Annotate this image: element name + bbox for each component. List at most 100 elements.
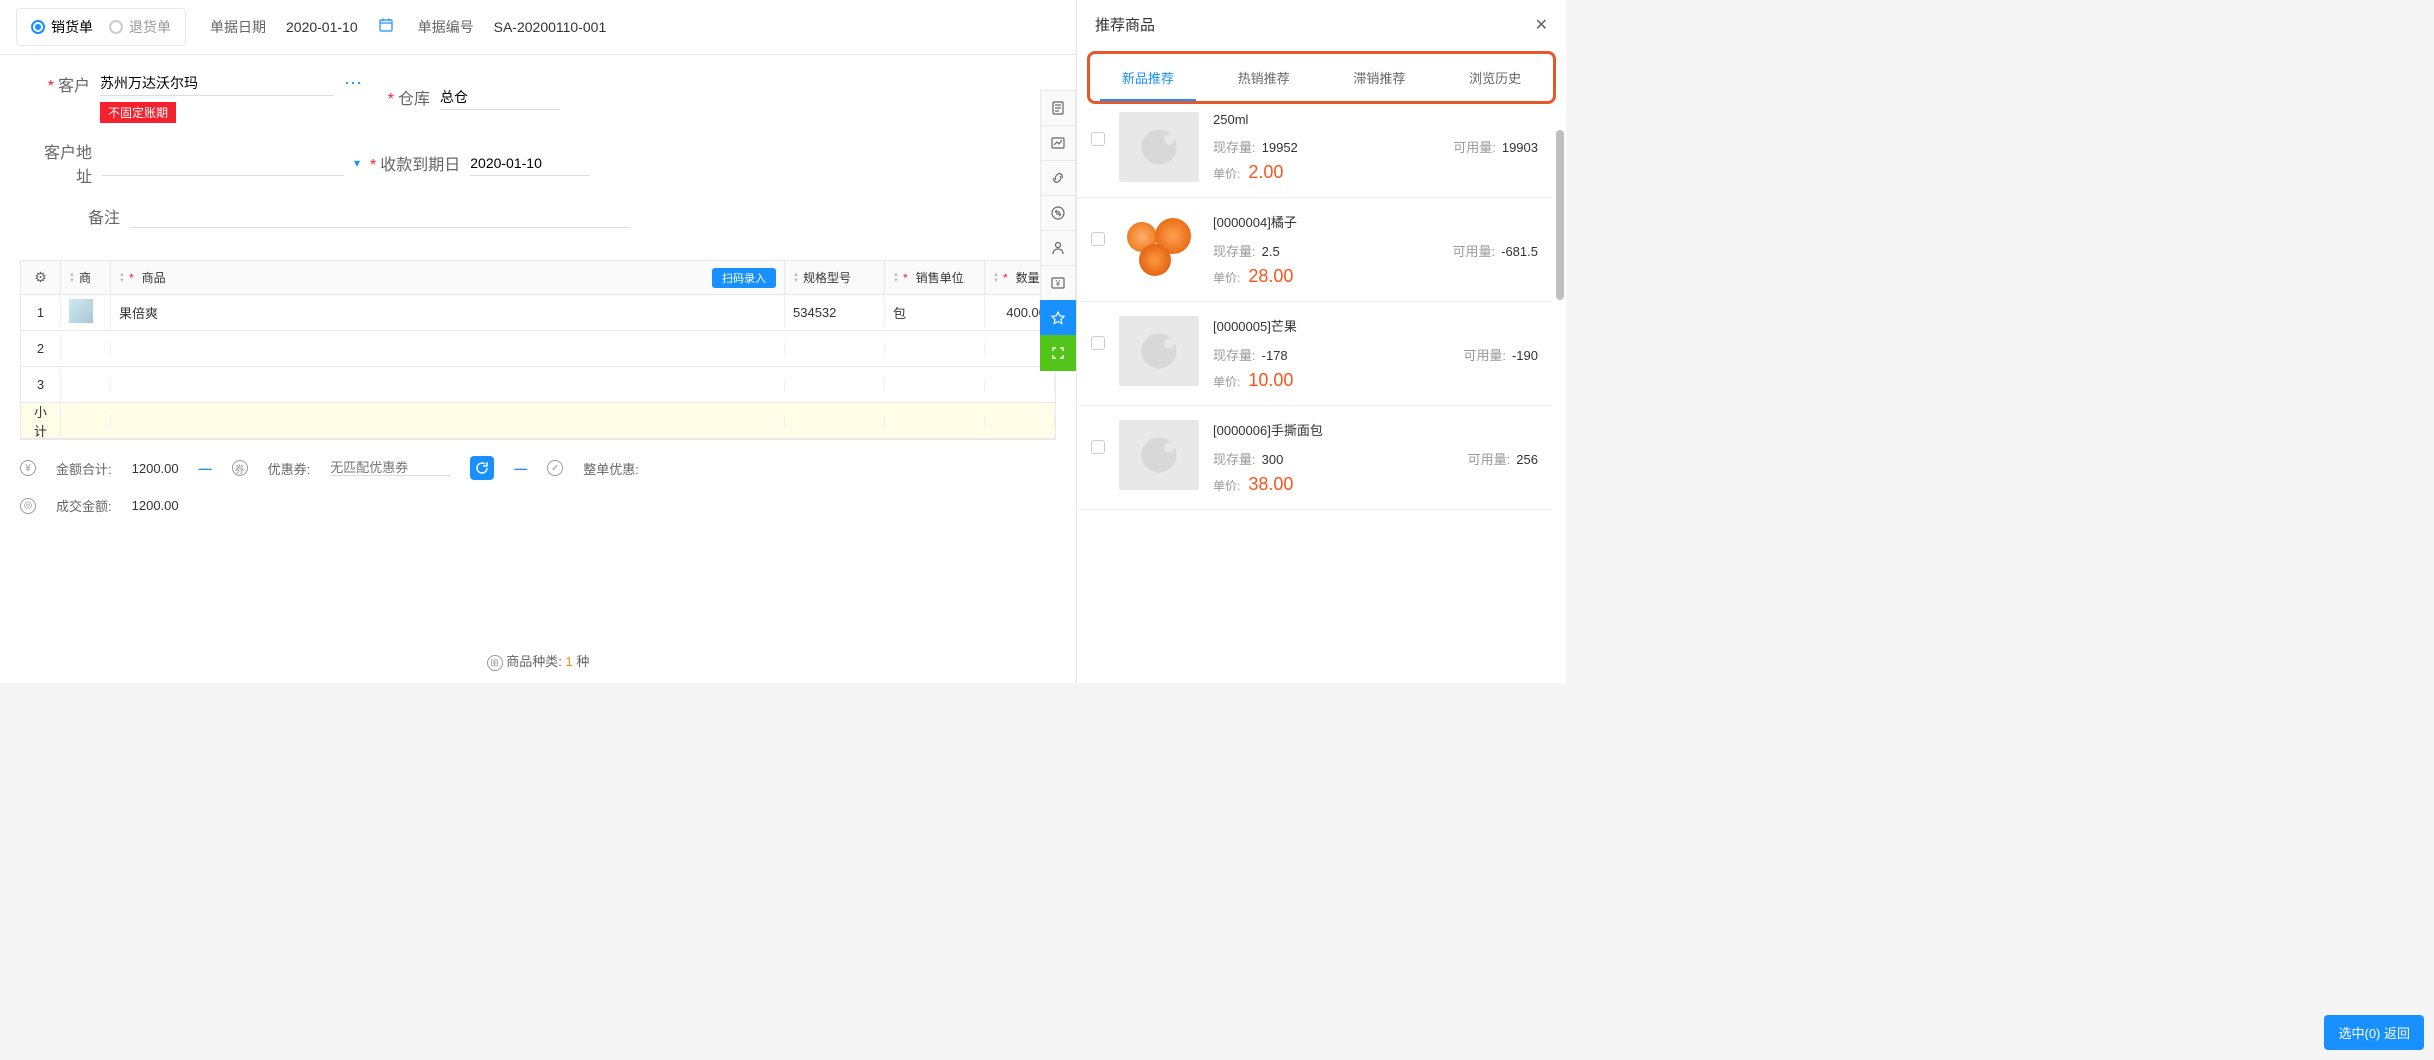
col-unit[interactable]: ▲▼*销售单位 [885, 261, 985, 294]
product-checkbox[interactable] [1091, 336, 1105, 350]
minus-icon: — [199, 461, 212, 476]
right-panel-title: 推荐商品 [1095, 14, 1155, 35]
tool-yen-icon[interactable]: ¥ [1040, 265, 1076, 301]
remark-input[interactable] [130, 203, 630, 228]
tool-expand-icon[interactable] [1040, 335, 1076, 371]
form-area: *客户 ⋯ 不固定账期 *仓库 客户地址 ▾ *收款到期日 [0, 55, 1076, 260]
due-date-input[interactable] [470, 151, 590, 176]
subtotal-row: 小计 [21, 403, 1055, 439]
cell-unit[interactable]: 包 [885, 297, 985, 328]
coupon-icon: 券 [232, 460, 248, 476]
radio-dot-icon [109, 20, 123, 34]
coupon-input[interactable] [330, 460, 450, 476]
tool-chart-icon[interactable] [1040, 125, 1076, 161]
warehouse-input[interactable] [440, 85, 560, 110]
customer-addr-label: 客户地址 [30, 139, 92, 187]
whole-discount-label: 整单优惠: [583, 459, 639, 478]
product-checkbox[interactable] [1091, 132, 1105, 146]
return-order-label: 退货单 [129, 17, 171, 37]
amount-value: 1200.00 [132, 461, 179, 476]
table-row[interactable]: 1 果倍爽 534532 包 400.00 [21, 295, 1055, 331]
minus-icon: — [514, 461, 527, 476]
product-name: 250ml [1213, 112, 1538, 127]
deal-amount-value: 1200.00 [132, 498, 179, 513]
product-image-placeholder [1119, 112, 1199, 182]
close-icon[interactable]: ✕ [1535, 15, 1548, 35]
tab-new[interactable]: 新品推荐 [1090, 58, 1206, 97]
left-panel: 销货单 退货单 单据日期 2020-01-10 单据编号 SA-20200110… [0, 0, 1076, 683]
product-name: [0000005]芒果 [1213, 316, 1538, 335]
tab-slow[interactable]: 滞销推荐 [1322, 58, 1438, 97]
coupon-label: 优惠券: [268, 459, 311, 478]
product-checkbox[interactable] [1091, 440, 1105, 454]
sku-unit: 种 [576, 654, 589, 669]
calendar-icon[interactable] [378, 17, 394, 38]
doc-date-value[interactable]: 2020-01-10 [286, 19, 358, 35]
product-name: [0000004]橘子 [1213, 212, 1538, 231]
totals-bar: ¥ 金额合计: 1200.00 — 券 优惠券: — ✓ 整单优惠: [0, 440, 1076, 496]
side-tools: ¥ [1040, 90, 1076, 370]
customer-addr-input[interactable] [102, 151, 344, 176]
yen-icon: ¥ [20, 460, 36, 476]
deal-icon: ◎ [20, 498, 36, 514]
sales-order-label: 销货单 [51, 17, 93, 37]
gear-icon[interactable]: ⚙ [34, 269, 47, 286]
tab-history[interactable]: 浏览历史 [1437, 58, 1553, 97]
grid-header: ⚙ ▲▼商 ▲▼*商品扫码录入 ▲▼规格型号 ▲▼*销售单位 ▲▼*数量 [21, 261, 1055, 295]
radio-dot-icon [31, 20, 45, 34]
discount-icon: ✓ [547, 460, 563, 476]
due-date-label: *收款到期日 [370, 151, 460, 175]
doc-number-value: SA-20200110-001 [494, 19, 607, 35]
cell-product[interactable]: 果倍爽 [111, 297, 785, 328]
tab-hot[interactable]: 热销推荐 [1206, 58, 1322, 97]
bottom-bar: ⊞ 商品种类: 1 种 [0, 639, 1076, 684]
remark-label: 备注 [60, 204, 120, 228]
right-panel: 推荐商品 ✕ 新品推荐 热销推荐 滞销推荐 浏览历史 250ml 现存量:199… [1076, 0, 1566, 683]
product-name: [0000006]手撕面包 [1213, 420, 1538, 439]
scrollbar[interactable] [1556, 130, 1564, 300]
customer-label: *客户 [30, 72, 90, 96]
col-spec[interactable]: ▲▼规格型号 [785, 261, 885, 294]
product-row[interactable]: 250ml 现存量:19952 可用量:19903 单价:2.00 [1077, 112, 1552, 198]
product-row[interactable]: [0000005]芒果 现存量:-178 可用量:-190 单价:10.00 [1077, 302, 1552, 406]
doc-number-label: 单据编号 [414, 17, 474, 37]
tool-link-icon[interactable] [1040, 160, 1076, 196]
product-row[interactable]: [0000006]手撕面包 现存量:300 可用量:256 单价:38.00 [1077, 406, 1552, 510]
svg-text:¥: ¥ [1055, 279, 1061, 288]
more-dots-icon[interactable]: ⋯ [344, 73, 360, 94]
product-grid: ⚙ ▲▼商 ▲▼*商品扫码录入 ▲▼规格型号 ▲▼*销售单位 ▲▼*数量 1 果… [20, 260, 1056, 440]
table-row[interactable]: 2 [21, 331, 1055, 367]
refresh-button[interactable] [470, 456, 494, 480]
amount-label: 金额合计: [56, 459, 112, 478]
sku-icon: ⊞ [487, 655, 503, 671]
product-image-placeholder [1119, 420, 1199, 490]
product-row[interactable]: [0000004]橘子 现存量:2.5 可用量:-681.5 单价:28.00 [1077, 198, 1552, 302]
product-thumb-icon [69, 299, 93, 323]
scan-entry-button[interactable]: 扫码录入 [712, 268, 776, 288]
products-list[interactable]: 250ml 现存量:19952 可用量:19903 单价:2.00 [00000… [1077, 112, 1566, 683]
product-image-orange [1119, 212, 1199, 282]
tool-person-icon[interactable] [1040, 230, 1076, 266]
doc-date-label: 单据日期 [206, 17, 266, 37]
col-product[interactable]: ▲▼*商品扫码录入 [111, 261, 785, 294]
account-period-badge: 不固定账期 [100, 102, 176, 123]
tool-swap-icon[interactable] [1040, 195, 1076, 231]
cell-spec[interactable]: 534532 [785, 299, 885, 326]
deal-bar: ◎ 成交金额: 1200.00 [0, 496, 1076, 531]
return-order-radio[interactable]: 退货单 [109, 17, 171, 37]
product-checkbox[interactable] [1091, 232, 1105, 246]
customer-input[interactable] [100, 71, 334, 96]
sku-count: 1 [566, 654, 573, 669]
product-image-placeholder [1119, 316, 1199, 386]
tool-star-icon[interactable] [1040, 300, 1076, 336]
deal-label: 成交金额: [56, 496, 112, 515]
tool-doc-icon[interactable] [1040, 90, 1076, 126]
top-bar: 销货单 退货单 单据日期 2020-01-10 单据编号 SA-20200110… [0, 0, 1076, 55]
select-return-button[interactable]: 选中(0) 返回 [2324, 1015, 2424, 1050]
chevron-down-icon[interactable]: ▾ [354, 156, 360, 170]
col-image[interactable]: ▲▼商 [61, 261, 111, 294]
table-row[interactable]: 3 [21, 367, 1055, 403]
sales-order-radio[interactable]: 销货单 [31, 17, 93, 37]
sku-label: 商品种类: [506, 654, 562, 669]
order-type-radio-group: 销货单 退货单 [16, 8, 186, 46]
